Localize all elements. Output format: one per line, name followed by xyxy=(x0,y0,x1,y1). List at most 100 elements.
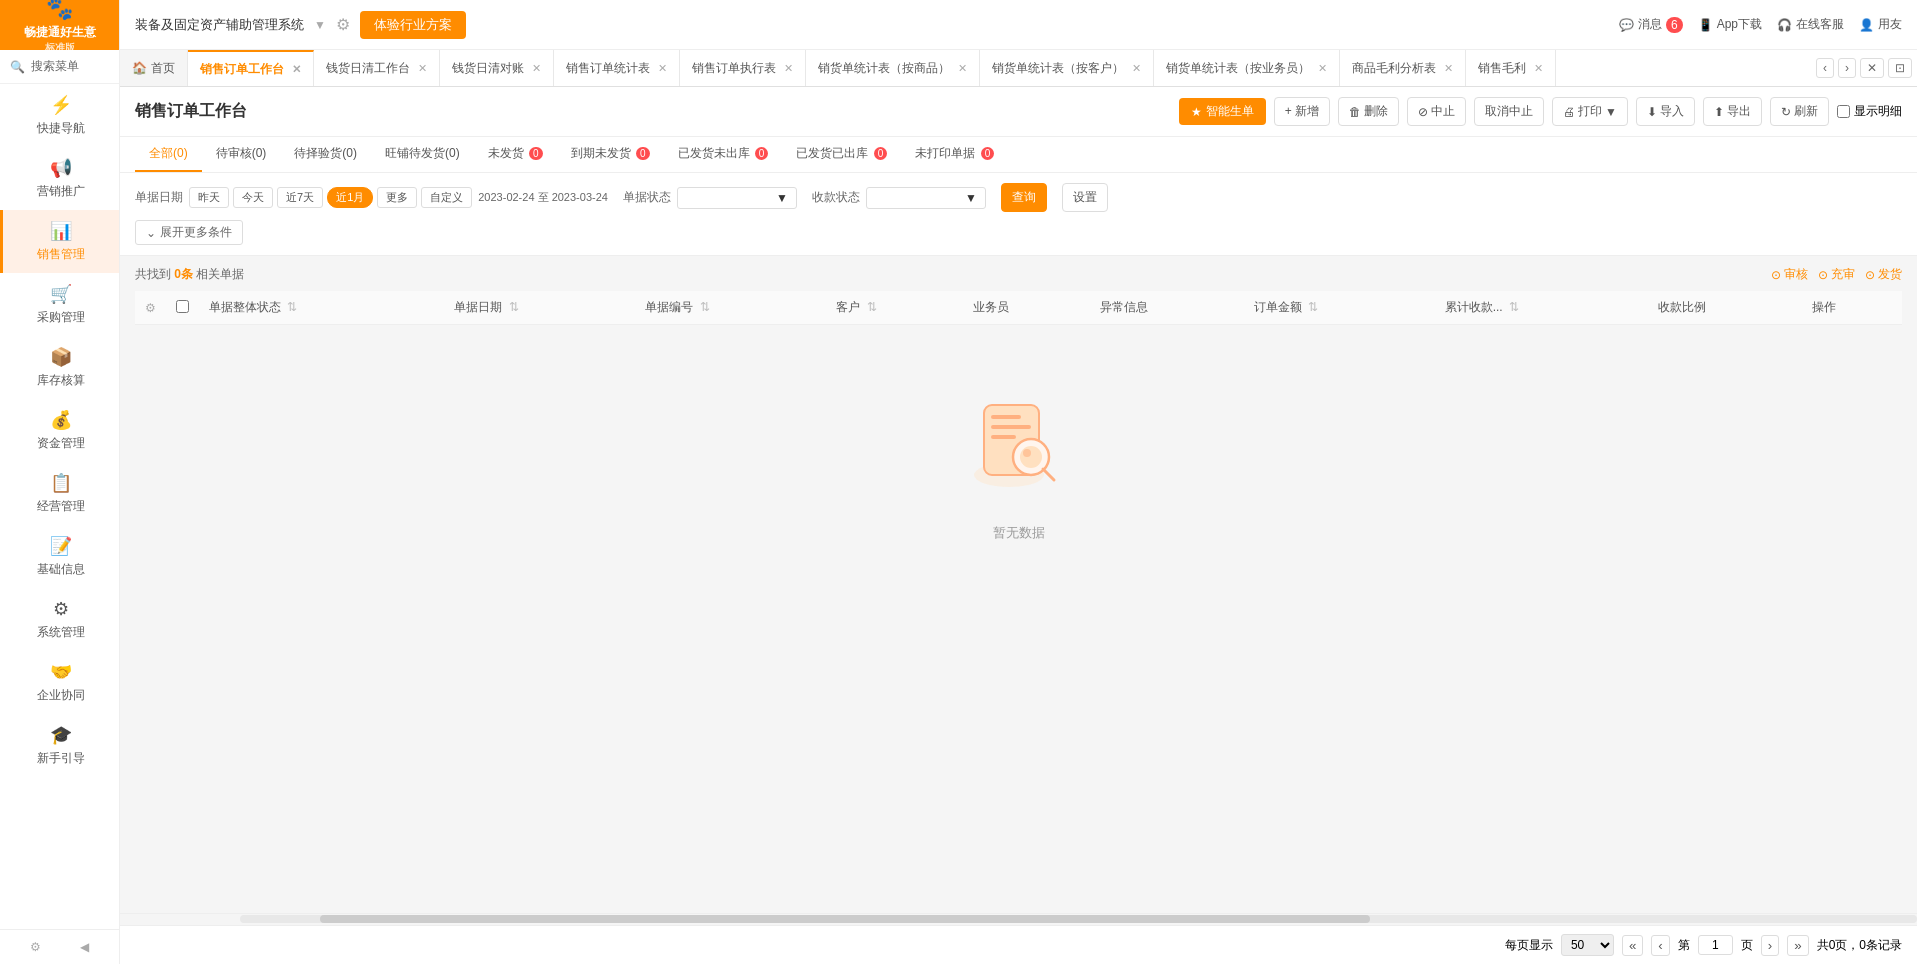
sidebar-item-finance[interactable]: 💰 资金管理 xyxy=(0,399,119,462)
filter-payment-select[interactable]: ▼ xyxy=(866,187,986,209)
sidebar-item-purchase[interactable]: 🛒 采购管理 xyxy=(0,273,119,336)
refresh-btn[interactable]: ↻ 刷新 xyxy=(1770,97,1829,126)
sidebar-item-guide[interactable]: 🎓 新手引导 xyxy=(0,714,119,777)
next-page-btn[interactable]: › xyxy=(1761,935,1779,956)
show-detail-checkbox[interactable]: 显示明细 xyxy=(1837,103,1902,120)
last-page-btn[interactable]: » xyxy=(1787,935,1808,956)
tab-next-btn[interactable]: › xyxy=(1838,58,1856,78)
scrollbar-area[interactable] xyxy=(120,913,1917,925)
sort-status-icon[interactable]: ⇅ xyxy=(287,300,297,314)
app-download-btn[interactable]: 📱 App下载 xyxy=(1698,16,1762,33)
filter-settings-btn[interactable]: 设置 xyxy=(1062,183,1108,212)
page-number-input[interactable] xyxy=(1698,935,1733,955)
tab-sales-earn[interactable]: 销售毛利 ✕ xyxy=(1466,50,1556,86)
collapse-icon[interactable]: ◀ xyxy=(80,940,89,954)
ship-btn[interactable]: ⊙ 发货 xyxy=(1865,266,1902,283)
message-btn[interactable]: 💬 消息 6 xyxy=(1619,16,1683,33)
tab-close-sales-summary-product[interactable]: ✕ xyxy=(958,62,967,75)
sub-tab-pending-review[interactable]: 待审核(0) xyxy=(202,137,281,172)
sidebar-item-basic[interactable]: 📝 基础信息 xyxy=(0,525,119,588)
sidebar-item-operation[interactable]: 📋 经营管理 xyxy=(0,462,119,525)
tab-close-cash-reconcile[interactable]: ✕ xyxy=(532,62,541,75)
print-btn[interactable]: 🖨 打印 ▼ xyxy=(1552,97,1628,126)
sub-tab-not-printed[interactable]: 未打印单据 0 xyxy=(901,137,1008,172)
page-size-select[interactable]: 50 10 20 100 xyxy=(1561,934,1614,956)
sort-number-icon[interactable]: ⇅ xyxy=(700,300,710,314)
cancel-stop-btn[interactable]: 取消中止 xyxy=(1474,97,1544,126)
scrollbar-thumb[interactable] xyxy=(320,915,1370,923)
online-service-btn[interactable]: 🎧 在线客服 xyxy=(1777,16,1844,33)
sub-tab-shipped-not-out[interactable]: 已发货未出库 0 xyxy=(664,137,783,172)
sidebar-item-sales[interactable]: 📊 销售管理 xyxy=(0,210,119,273)
tab-sales-stats[interactable]: 销售订单统计表 ✕ xyxy=(554,50,680,86)
date-btn-yesterday[interactable]: 昨天 xyxy=(189,187,229,208)
date-btn-custom[interactable]: 自定义 xyxy=(421,187,472,208)
stop-btn[interactable]: ⊘ 中止 xyxy=(1407,97,1466,126)
show-detail-input[interactable] xyxy=(1837,105,1850,118)
sidebar-logo[interactable]: 🐾 畅捷通好生意 标准版 xyxy=(0,0,119,50)
sort-date-icon[interactable]: ⇅ xyxy=(509,300,519,314)
sidebar-item-corp[interactable]: 🤝 企业协同 xyxy=(0,651,119,714)
sidebar-item-system[interactable]: ⚙ 系统管理 xyxy=(0,588,119,651)
user-btn[interactable]: 👤 用友 xyxy=(1859,16,1902,33)
sort-customer-icon[interactable]: ⇅ xyxy=(867,300,877,314)
tab-sales-summary-customer[interactable]: 销货单统计表（按客户） ✕ xyxy=(980,50,1154,86)
sidebar-search[interactable]: 🔍 搜索菜单 xyxy=(0,50,119,84)
tab-cash-reconcile[interactable]: 钱货日清对账 ✕ xyxy=(440,50,554,86)
tab-close-sales-workbench[interactable]: ✕ xyxy=(292,63,301,76)
sub-tab-wang-pending[interactable]: 旺铺待发货(0) xyxy=(371,137,474,172)
tab-expand-btn[interactable]: ⊡ xyxy=(1888,58,1912,78)
tab-close-product-margin[interactable]: ✕ xyxy=(1444,62,1453,75)
sales-icon: 📊 xyxy=(50,220,72,242)
settings-icon[interactable]: ⚙ xyxy=(30,940,41,954)
sidebar-item-inventory[interactable]: 📦 库存核算 xyxy=(0,336,119,399)
date-btn-today[interactable]: 今天 xyxy=(233,187,273,208)
export-btn[interactable]: ⬆ 导出 xyxy=(1703,97,1762,126)
tab-sales-exec[interactable]: 销售订单执行表 ✕ xyxy=(680,50,806,86)
page-title: 销售订单工作台 xyxy=(135,101,247,122)
col-checkbox[interactable] xyxy=(166,291,199,325)
filter-status-select[interactable]: ▼ xyxy=(677,187,797,209)
query-btn[interactable]: 查询 xyxy=(1001,183,1047,212)
first-page-btn[interactable]: « xyxy=(1622,935,1643,956)
audit-btn[interactable]: ⊙ 审核 xyxy=(1771,266,1808,283)
tab-sales-summary-staff[interactable]: 销货单统计表（按业务员） ✕ xyxy=(1154,50,1340,86)
new-btn[interactable]: + 新增 xyxy=(1274,97,1330,126)
prev-page-btn[interactable]: ‹ xyxy=(1651,935,1669,956)
sidebar-item-marketing[interactable]: 📢 营销推广 xyxy=(0,147,119,210)
tab-sales-summary-product[interactable]: 销货单统计表（按商品） ✕ xyxy=(806,50,980,86)
expand-more-btn[interactable]: ⌄ 展开更多条件 xyxy=(135,220,243,245)
delete-btn[interactable]: 🗑 删除 xyxy=(1338,97,1399,126)
select-all-checkbox[interactable] xyxy=(176,300,189,313)
tab-close-sales-exec[interactable]: ✕ xyxy=(784,62,793,75)
sort-amount-icon[interactable]: ⇅ xyxy=(1308,300,1318,314)
tab-close-sales-earn[interactable]: ✕ xyxy=(1534,62,1543,75)
sub-tab-expired-not-shipped[interactable]: 到期未发货 0 xyxy=(557,137,664,172)
topbar-settings-icon[interactable]: ⚙ xyxy=(336,15,350,34)
smart-create-btn[interactable]: ★ 智能生单 xyxy=(1179,98,1266,125)
tab-close-sales-summary-staff[interactable]: ✕ xyxy=(1318,62,1327,75)
sort-collected-icon[interactable]: ⇅ xyxy=(1509,300,1519,314)
topbar-dropdown-icon[interactable]: ▼ xyxy=(314,18,326,32)
tab-home[interactable]: 🏠 首页 xyxy=(120,50,188,86)
tab-sales-workbench[interactable]: 销售订单工作台 ✕ xyxy=(188,50,314,86)
date-btn-7days[interactable]: 近7天 xyxy=(277,187,323,208)
tab-close-cash-daily[interactable]: ✕ xyxy=(418,62,427,75)
sub-tab-shipped-out[interactable]: 已发货已出库 0 xyxy=(782,137,901,172)
tab-close-sales-stats[interactable]: ✕ xyxy=(658,62,667,75)
sub-tab-pending-inspect[interactable]: 待择验货(0) xyxy=(280,137,371,172)
sidebar-item-quick-nav[interactable]: ⚡ 快捷导航 xyxy=(0,84,119,147)
sub-tab-not-shipped[interactable]: 未发货 0 xyxy=(474,137,557,172)
trial-btn[interactable]: 体验行业方案 xyxy=(360,11,466,39)
tab-product-margin[interactable]: 商品毛利分析表 ✕ xyxy=(1340,50,1466,86)
tab-cash-daily[interactable]: 钱货日清工作台 ✕ xyxy=(314,50,440,86)
tab-close-sales-summary-customer[interactable]: ✕ xyxy=(1132,62,1141,75)
tab-prev-btn[interactable]: ‹ xyxy=(1816,58,1834,78)
sub-tab-all[interactable]: 全部(0) xyxy=(135,137,202,172)
import-btn[interactable]: ⬇ 导入 xyxy=(1636,97,1695,126)
col-settings[interactable]: ⚙ xyxy=(135,291,166,325)
revoke-btn[interactable]: ⊙ 充审 xyxy=(1818,266,1855,283)
tab-close-all-btn[interactable]: ✕ xyxy=(1860,58,1884,78)
date-btn-more[interactable]: 更多 xyxy=(377,187,417,208)
date-btn-1month[interactable]: 近1月 xyxy=(327,187,373,208)
